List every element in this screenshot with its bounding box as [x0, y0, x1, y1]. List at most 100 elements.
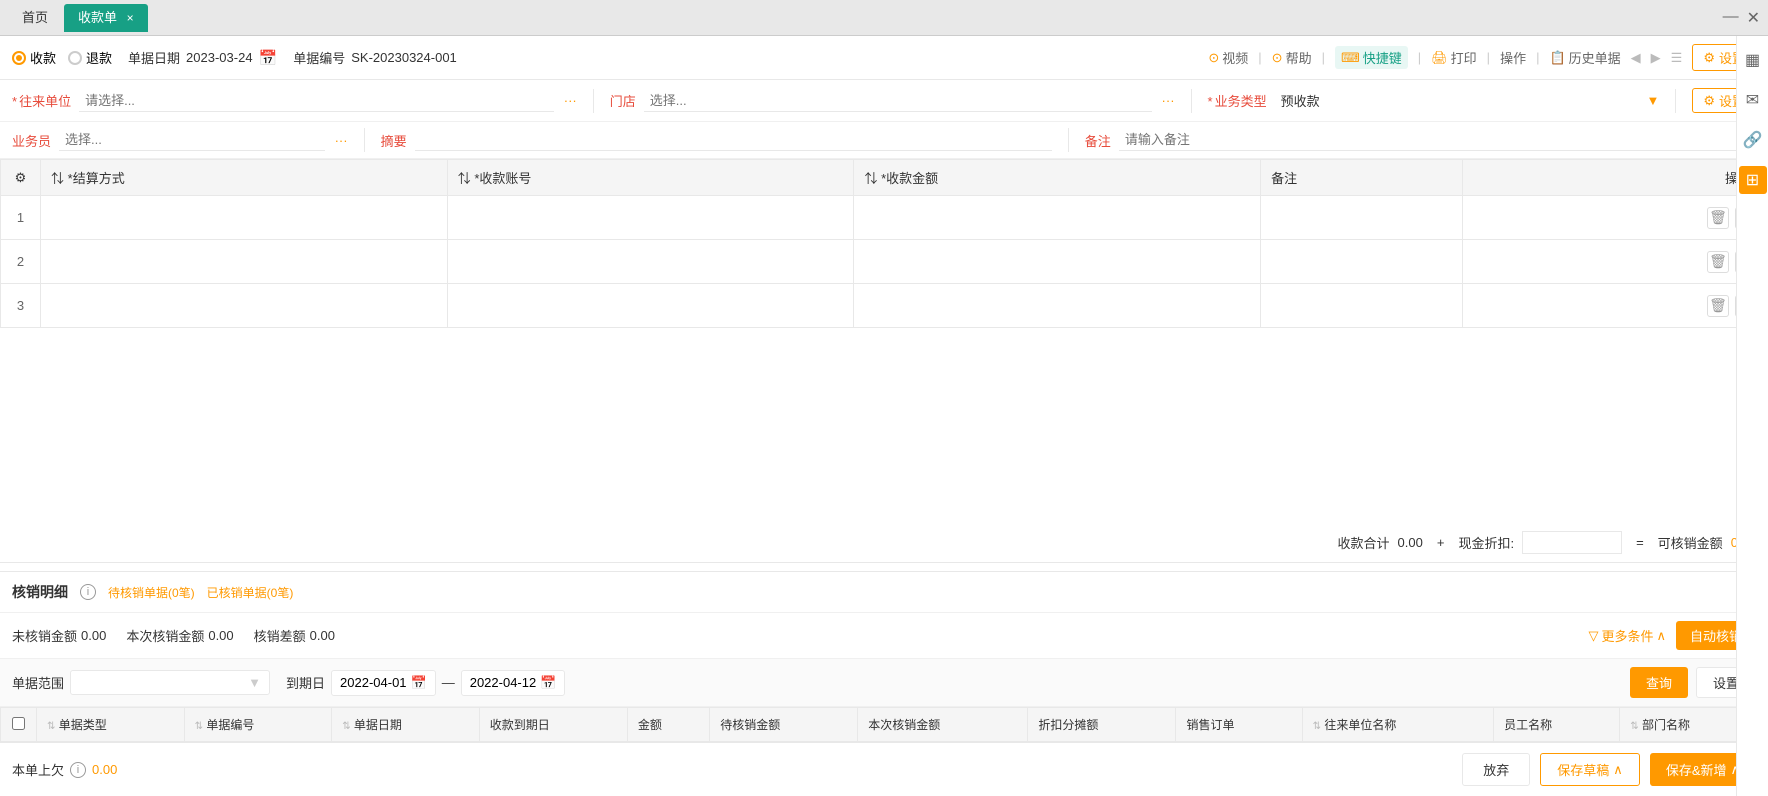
tab-close-icon[interactable]: × [127, 11, 134, 25]
sidebar-screenshot-icon[interactable]: ⊞ [1739, 166, 1767, 194]
salesperson-more-icon[interactable]: ··· [335, 133, 348, 148]
date-to-icon[interactable]: 📅 [540, 675, 556, 691]
action-video[interactable]: ⊙ 视频 [1208, 48, 1248, 67]
more-conditions-button[interactable]: ▽ 更多条件 ∧ [1588, 626, 1666, 645]
counterpart-input[interactable] [79, 90, 554, 112]
range-select[interactable]: ▼ [70, 670, 270, 695]
verify-info-icon[interactable]: i [80, 584, 96, 600]
form-row-2: 业务员 ··· 摘要 备注 [0, 122, 1768, 159]
table-gear-icon[interactable]: ⚙ [15, 170, 27, 185]
number-field: 单据编号 SK-20230324-001 [293, 48, 457, 67]
vcol-employee: 员工名称 [1494, 708, 1620, 742]
save-draft-button[interactable]: 保存草稿 ∧ [1540, 753, 1640, 786]
tab-bar-right: — ✕ [1723, 8, 1760, 28]
tab-done[interactable]: 已核销单据(0笔) [207, 584, 294, 601]
footer-info-icon[interactable]: i [70, 762, 86, 778]
row1-account[interactable] [447, 196, 854, 240]
summary-input[interactable] [415, 129, 1052, 151]
select-all-checkbox[interactable] [12, 717, 25, 730]
filter-range-field: 单据范围 ▼ [12, 670, 270, 695]
sidebar-link-icon[interactable]: 🔗 [1739, 126, 1767, 154]
window-minimize-icon[interactable]: — [1723, 8, 1739, 28]
row3-delete-icon[interactable]: 🗑 [1707, 295, 1729, 317]
history-icon: 📋 [1549, 50, 1565, 66]
vcol-pending: 待核销金额 [710, 708, 858, 742]
col-settings[interactable]: ⚙ [1, 160, 41, 196]
radio-receipt-circle [12, 51, 26, 65]
divider-2 [1191, 89, 1192, 113]
range-select-arrow-icon: ▼ [248, 675, 261, 690]
tab-home[interactable]: 首页 [8, 4, 62, 32]
note-input[interactable] [1119, 129, 1756, 151]
sidebar-table-icon[interactable]: ▦ [1739, 46, 1767, 74]
tab-bar: 首页 收款单 × — ✕ [0, 0, 1768, 36]
list-view-icon[interactable]: ☰ [1671, 50, 1683, 66]
salesperson-input[interactable] [59, 129, 325, 151]
row1-note[interactable] [1261, 196, 1463, 240]
row1-delete-icon[interactable]: 🗑 [1707, 207, 1729, 229]
action-shortcut[interactable]: ⌨ 快捷键 [1335, 46, 1408, 69]
date-from-field: 2022-04-01 📅 [331, 670, 436, 696]
vcol-discount: 折扣分摊额 [1028, 708, 1176, 742]
store-more-icon[interactable]: ··· [1162, 93, 1175, 108]
summary-field: 摘要 [381, 129, 1052, 151]
help-icon: ⊙ [1272, 50, 1283, 66]
row2-amount[interactable] [854, 240, 1261, 284]
store-field: 门店 ··· [610, 90, 1175, 112]
vcol-settings[interactable] [1, 708, 37, 742]
vcol-current: 本次核销金额 [858, 708, 1028, 742]
row3-amount[interactable] [854, 284, 1261, 328]
form-row-1: *往来单位 ··· 门店 ··· *业务类型 预收款 ▼ ⚙ 设置 [0, 80, 1768, 122]
tab-pending[interactable]: 待核销单据(0笔) [108, 584, 195, 601]
row2-account[interactable] [447, 240, 854, 284]
vcol-due-date: 收款到期日 [479, 708, 627, 742]
tab-receipt[interactable]: 收款单 × [64, 4, 148, 32]
vcol-number: ⇅ 单据编号 [184, 708, 332, 742]
row1-settlement[interactable] [41, 196, 448, 240]
store-input[interactable] [644, 90, 1152, 112]
calendar-icon[interactable]: 📅 [259, 49, 278, 67]
row2-settlement[interactable] [41, 240, 448, 284]
window-close-icon[interactable]: ✕ [1747, 8, 1760, 28]
verify-filter: 单据范围 ▼ 到期日 2022-04-01 📅 — 2022-04-12 📅 [0, 659, 1768, 707]
row3-account[interactable] [447, 284, 854, 328]
action-history[interactable]: 📋 历史单据 [1549, 48, 1620, 67]
verify-header: 核销明细 i 待核销单据(0笔) 已核销单据(0笔) [0, 572, 1768, 613]
summary-row: 收款合计 0.00 + 现金折扣: = 可核销金额 0.00 [0, 523, 1768, 563]
counterpart-more-icon[interactable]: ··· [564, 93, 577, 108]
date-from-icon[interactable]: 📅 [411, 675, 427, 691]
stat-diff: 核销差额 0.00 [254, 626, 335, 645]
draft-arrow-icon: ∧ [1613, 762, 1623, 778]
vcol-sales-order: 销售订单 [1176, 708, 1302, 742]
radio-refund[interactable]: 退款 [68, 48, 112, 67]
footer-right: 放弃 保存草稿 ∧ 保存&新增 ∧ [1462, 753, 1756, 786]
date-field: 单据日期 2023-03-24 📅 [128, 48, 277, 67]
toolbar-right: ⊙ 视频 | ⊙ 帮助 | ⌨ 快捷键 | 🖨 打印 | 操作 | [1208, 44, 1756, 71]
vcol-counterpart: ⇅ 往来单位名称 [1302, 708, 1493, 742]
discount-input[interactable] [1522, 531, 1622, 554]
action-print[interactable]: 🖨 打印 [1431, 48, 1477, 67]
abandon-button[interactable]: 放弃 [1462, 753, 1530, 786]
row3-note[interactable] [1261, 284, 1463, 328]
col-account: ⇅ *收款账号 [447, 160, 854, 196]
action-help[interactable]: ⊙ 帮助 [1272, 48, 1312, 67]
row3-settlement[interactable] [41, 284, 448, 328]
row2-delete-icon[interactable]: 🗑 [1707, 251, 1729, 273]
action-operations[interactable]: 操作 [1500, 48, 1526, 67]
row2-note[interactable] [1261, 240, 1463, 284]
sidebar-email-icon[interactable]: ✉ [1739, 86, 1767, 114]
col-action: 操作 [1463, 160, 1768, 196]
toolbar: 收款 退款 单据日期 2023-03-24 📅 单据编号 SK-20230324… [0, 36, 1768, 80]
footer-left: 本单上欠 i 0.00 [12, 760, 117, 779]
gear-icon: ⚙ [1703, 50, 1715, 66]
footer: 本单上欠 i 0.00 放弃 保存草稿 ∧ 保存&新增 ∧ [0, 742, 1768, 796]
row1-amount[interactable] [854, 196, 1261, 240]
arrow-left-icon[interactable]: ◀ [1631, 50, 1641, 66]
business-type-arrow-icon[interactable]: ▼ [1646, 93, 1659, 108]
divider-5 [1068, 128, 1069, 152]
query-button[interactable]: 查询 [1630, 667, 1688, 698]
arrow-right-icon[interactable]: ▶ [1651, 50, 1661, 66]
radio-receipt[interactable]: 收款 [12, 48, 56, 67]
table-row: 1 🗑 ⧉ [1, 196, 1768, 240]
divider-4 [364, 128, 365, 152]
